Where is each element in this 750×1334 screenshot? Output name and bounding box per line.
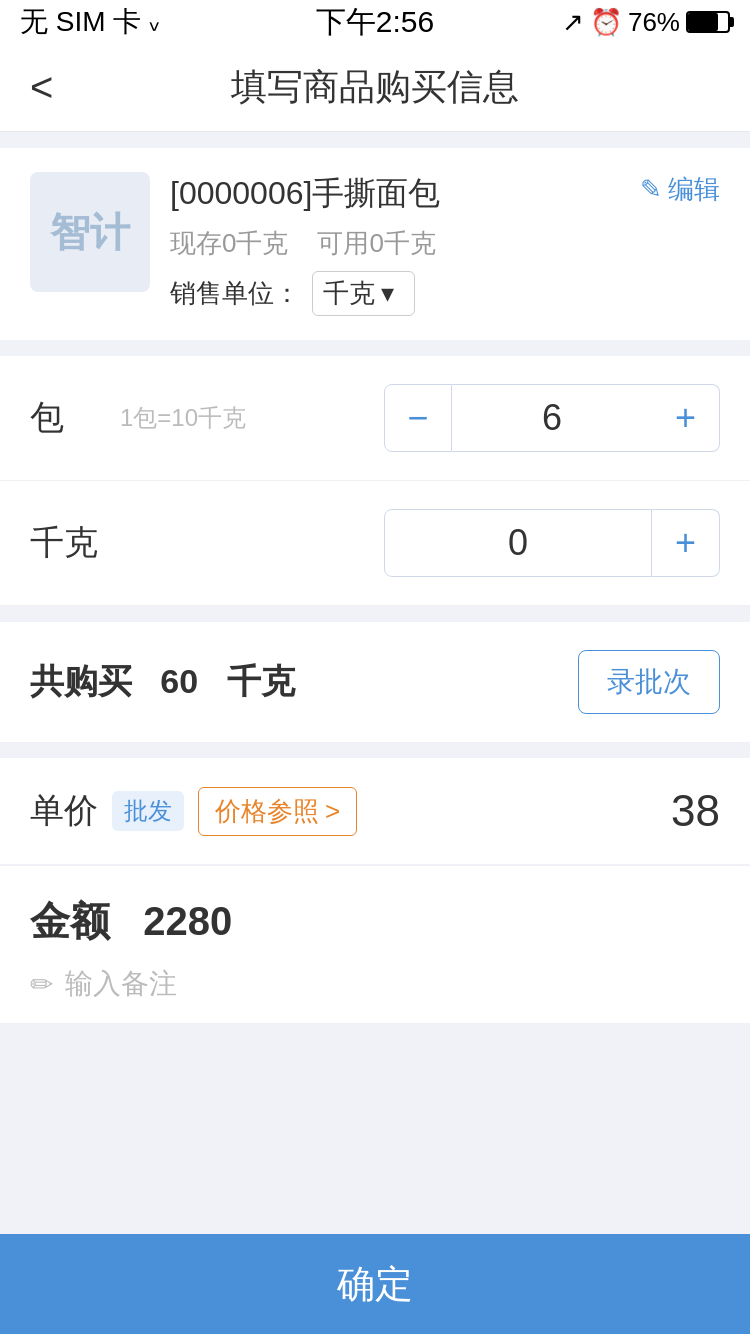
price-tag: 批发	[112, 791, 184, 831]
product-stock: 现存0千克 可用0千克	[170, 226, 720, 261]
chevron-right-icon: >	[325, 796, 340, 827]
kg-row: 千克 +	[0, 481, 750, 606]
input-section: 包 1包=10千克 − + 千克 +	[0, 356, 750, 606]
wifi-signal: ᵥ	[149, 6, 161, 37]
page-title: 填写商品购买信息	[231, 63, 519, 112]
status-time: 下午2:56	[316, 2, 434, 43]
product-image-placeholder: 智计	[50, 205, 130, 260]
remark-row[interactable]: ✏ 输入备注	[30, 965, 720, 1003]
batch-button[interactable]: 录批次	[578, 650, 720, 714]
product-info: [0000006]手撕面包 ✎ 编辑 现存0千克 可用0千克 销售单位： 千克 …	[170, 172, 720, 316]
spacer	[0, 1023, 750, 1234]
pack-controls: − +	[384, 384, 720, 452]
product-unit-row: 销售单位： 千克 ▾	[170, 271, 720, 316]
kg-input[interactable]	[384, 509, 652, 577]
kg-plus-button[interactable]: +	[652, 509, 720, 577]
product-header-row: [0000006]手撕面包 ✎ 编辑	[170, 172, 720, 226]
amount-row: 金额 2280	[30, 894, 720, 949]
status-bar: 无 SIM 卡 ᵥ 下午2:56 ↗ ⏰ 76%	[0, 0, 750, 44]
confirm-button[interactable]: 确定	[0, 1234, 750, 1334]
chevron-down-icon: ▾	[381, 278, 394, 309]
price-value: 38	[671, 786, 720, 836]
summary-section: 共购买 60 千克 录批次	[0, 622, 750, 742]
price-left: 单价 批发 价格参照 >	[30, 787, 357, 836]
edit-button[interactable]: ✎ 编辑	[640, 172, 720, 207]
product-name: [0000006]手撕面包	[170, 172, 440, 216]
carrier-wifi: 无 SIM 卡 ᵥ	[20, 3, 161, 41]
kg-controls: +	[384, 509, 720, 577]
amount-section: 金额 2280 ✏ 输入备注	[0, 866, 750, 1023]
remark-placeholder: 输入备注	[65, 965, 177, 1003]
kg-label: 千克	[30, 520, 110, 566]
price-section: 单价 批发 价格参照 > 38	[0, 758, 750, 864]
amount-value: 2280	[143, 899, 232, 943]
pack-row: 包 1包=10千克 − +	[0, 356, 750, 481]
battery-percent: 76%	[628, 7, 680, 38]
summary-value: 60	[160, 662, 198, 700]
location-icon: ↗	[562, 7, 584, 38]
pencil-icon: ✏	[30, 968, 53, 1001]
price-label: 单价	[30, 788, 98, 834]
pack-input[interactable]	[452, 384, 652, 452]
back-button[interactable]: <	[20, 55, 63, 120]
carrier-text: 无 SIM 卡	[20, 6, 141, 37]
product-image: 智计	[30, 172, 150, 292]
unit-select[interactable]: 千克 ▾	[312, 271, 415, 316]
pack-sublabel: 1包=10千克	[120, 402, 384, 434]
alarm-icon: ⏰	[590, 7, 622, 38]
price-ref-button[interactable]: 价格参照 >	[198, 787, 357, 836]
product-card: 智计 [0000006]手撕面包 ✎ 编辑 现存0千克 可用0千克 销售单位： …	[0, 148, 750, 340]
navigation-bar: < 填写商品购买信息	[0, 44, 750, 132]
battery-icon	[686, 11, 730, 33]
pack-plus-button[interactable]: +	[652, 384, 720, 452]
pack-label: 包	[30, 395, 110, 441]
pack-minus-button[interactable]: −	[384, 384, 452, 452]
summary-text: 共购买 60 千克	[30, 659, 295, 705]
status-right: ↗ ⏰ 76%	[562, 7, 730, 38]
